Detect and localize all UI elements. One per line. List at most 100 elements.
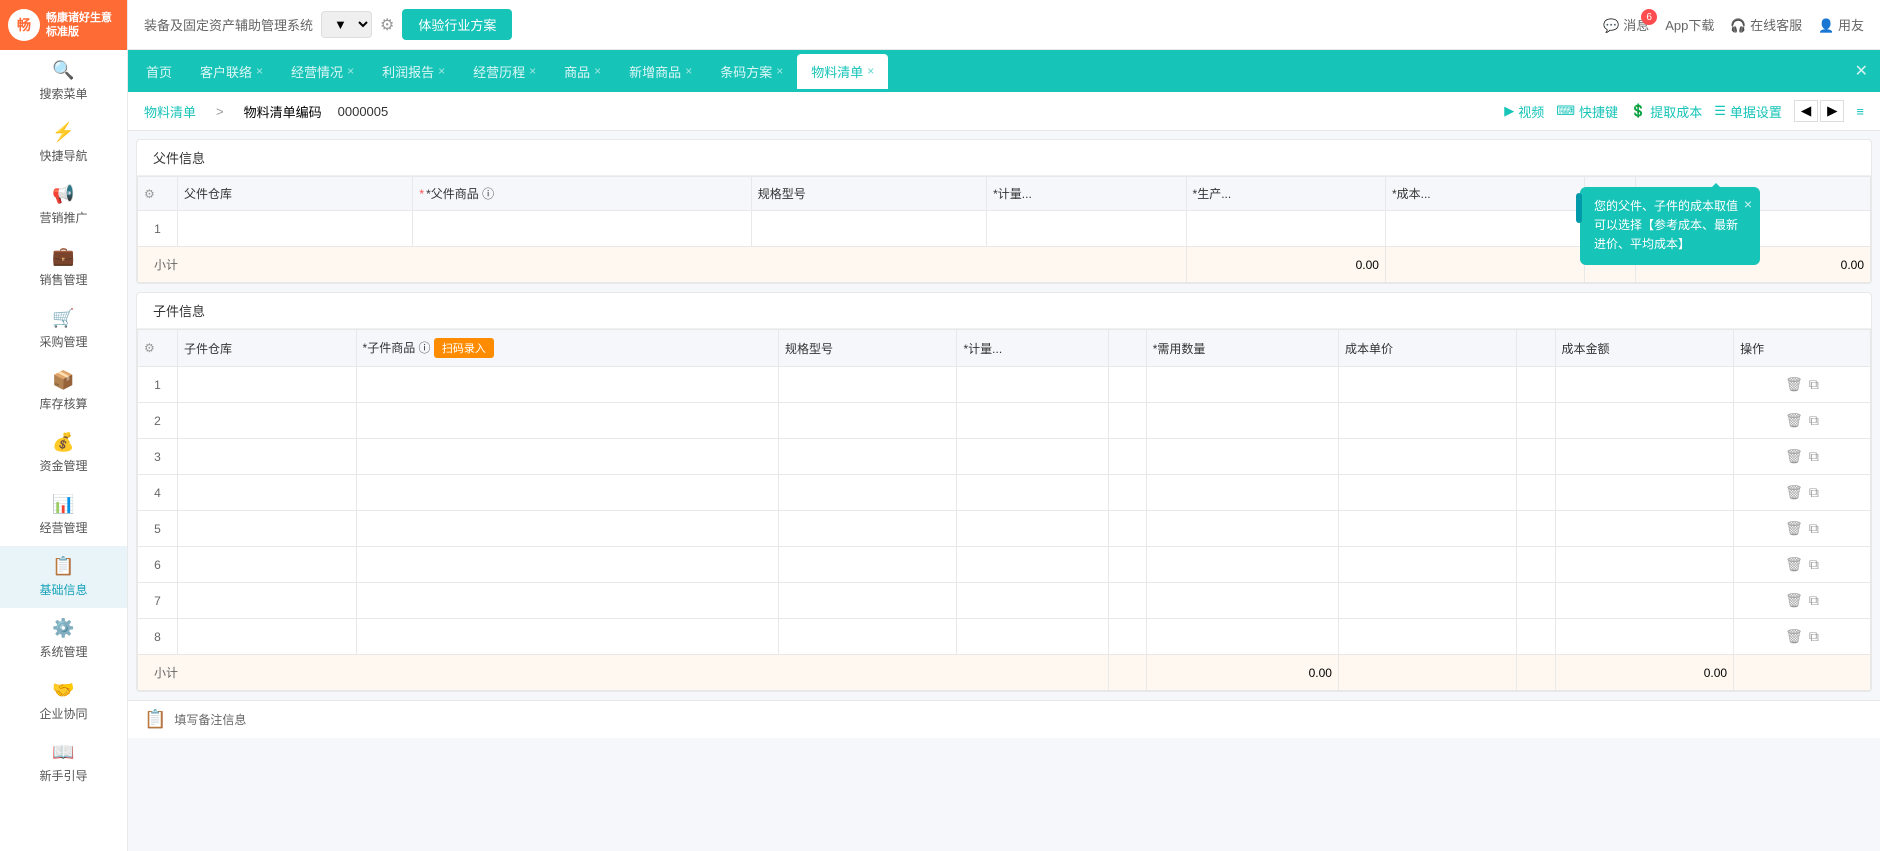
tab-close-icon[interactable]: × xyxy=(256,64,263,78)
tab-close-icon[interactable]: × xyxy=(685,64,692,78)
child-warehouse-cell[interactable] xyxy=(178,367,357,403)
parent-production-cell[interactable] xyxy=(1186,211,1385,247)
child-empty-cell[interactable] xyxy=(1108,403,1146,439)
note-text[interactable]: 填写备注信息 xyxy=(174,711,246,728)
child-product-cell[interactable] xyxy=(356,547,778,583)
child-empty-cell[interactable] xyxy=(1108,475,1146,511)
trial-button[interactable]: 体验行业方案 xyxy=(402,9,512,40)
child-warehouse-cell[interactable] xyxy=(178,475,357,511)
child-unit-cost-cell[interactable] xyxy=(1338,619,1517,655)
sidebar-item-sales[interactable]: 💼销售管理 xyxy=(0,236,127,298)
sidebar-item-operations[interactable]: 📊经营管理 xyxy=(0,484,127,546)
sidebar-item-basic-info[interactable]: 📋基础信息 xyxy=(0,546,127,608)
nav-tab-物料清单[interactable]: 物料清单 × xyxy=(797,54,888,89)
child-qty-cell[interactable] xyxy=(1146,367,1338,403)
user-avatar[interactable]: 👤 用友 xyxy=(1818,15,1864,34)
child-amount-cell[interactable] xyxy=(1555,439,1734,475)
close-all-tabs[interactable]: ✕ xyxy=(1847,57,1876,85)
child-warehouse-cell[interactable] xyxy=(178,583,357,619)
child-empty2-cell[interactable] xyxy=(1517,511,1555,547)
nav-tab-新增商品[interactable]: 新增商品 × xyxy=(615,54,706,89)
child-amount-cell[interactable] xyxy=(1555,511,1734,547)
child-spec-cell[interactable] xyxy=(778,439,957,475)
child-amount-cell[interactable] xyxy=(1555,619,1734,655)
copy-icon[interactable]: ⧉ xyxy=(1809,592,1819,609)
list-view-icon[interactable]: ≡ xyxy=(1856,104,1864,119)
child-product-cell[interactable] xyxy=(356,475,778,511)
child-amount-cell[interactable] xyxy=(1555,475,1734,511)
child-unit-cost-cell[interactable] xyxy=(1338,403,1517,439)
sidebar-item-enterprise[interactable]: 🤝企业协同 xyxy=(0,670,127,732)
delete-icon[interactable]: 🗑 xyxy=(1785,520,1803,537)
child-empty-cell[interactable] xyxy=(1108,547,1146,583)
scan-button[interactable]: 扫码录入 xyxy=(434,338,494,358)
child-spec-cell[interactable] xyxy=(778,583,957,619)
nav-tab-条码方案[interactable]: 条码方案 × xyxy=(706,54,797,89)
child-empty2-cell[interactable] xyxy=(1517,619,1555,655)
parent-spec-cell[interactable] xyxy=(751,211,986,247)
child-unit-cost-cell[interactable] xyxy=(1338,583,1517,619)
child-qty-cell[interactable] xyxy=(1146,511,1338,547)
child-empty-cell[interactable] xyxy=(1108,511,1146,547)
child-spec-cell[interactable] xyxy=(778,619,957,655)
delete-icon[interactable]: 🗑 xyxy=(1785,484,1803,501)
child-warehouse-cell[interactable] xyxy=(178,547,357,583)
copy-icon[interactable]: ⧉ xyxy=(1809,556,1819,573)
child-unit-cell[interactable] xyxy=(957,547,1108,583)
nav-tab-经营历程[interactable]: 经营历程 × xyxy=(459,54,550,89)
nav-tab-利润报告[interactable]: 利润报告 × xyxy=(368,54,459,89)
child-unit-cell[interactable] xyxy=(957,403,1108,439)
shortcut-action[interactable]: ⌨ 快捷键 xyxy=(1556,102,1618,121)
child-unit-cost-cell[interactable] xyxy=(1338,439,1517,475)
child-qty-cell[interactable] xyxy=(1146,475,1338,511)
tab-close-icon[interactable]: × xyxy=(776,64,783,78)
delete-icon[interactable]: 🗑 xyxy=(1785,376,1803,393)
sidebar-item-marketing[interactable]: 📢营销推广 xyxy=(0,174,127,236)
child-empty2-cell[interactable] xyxy=(1517,439,1555,475)
child-warehouse-cell[interactable] xyxy=(178,619,357,655)
prev-record-button[interactable]: ◀ xyxy=(1794,100,1818,122)
child-unit-cost-cell[interactable] xyxy=(1338,475,1517,511)
nav-tab-客户联络[interactable]: 客户联络 × xyxy=(186,54,277,89)
child-product-cell[interactable] xyxy=(356,583,778,619)
child-product-cell[interactable] xyxy=(356,619,778,655)
tab-close-icon[interactable]: × xyxy=(347,64,354,78)
child-amount-cell[interactable] xyxy=(1555,547,1734,583)
copy-icon[interactable]: ⧉ xyxy=(1809,628,1819,645)
parent-cost-cell[interactable] xyxy=(1385,211,1584,247)
child-product-cell[interactable] xyxy=(356,403,778,439)
child-empty2-cell[interactable] xyxy=(1517,583,1555,619)
nav-tab-经营情况[interactable]: 经营情况 × xyxy=(277,54,368,89)
delete-icon[interactable]: 🗑 xyxy=(1785,592,1803,609)
child-qty-cell[interactable] xyxy=(1146,547,1338,583)
tab-close-icon[interactable]: × xyxy=(529,64,536,78)
tab-close-icon[interactable]: × xyxy=(438,64,445,78)
video-action[interactable]: ▶ 视频 xyxy=(1504,102,1544,121)
child-warehouse-cell[interactable] xyxy=(178,439,357,475)
child-empty-cell[interactable] xyxy=(1108,367,1146,403)
child-unit-cell[interactable] xyxy=(957,583,1108,619)
copy-icon[interactable]: ⧉ xyxy=(1809,484,1819,501)
child-empty2-cell[interactable] xyxy=(1517,547,1555,583)
child-qty-cell[interactable] xyxy=(1146,439,1338,475)
child-empty2-cell[interactable] xyxy=(1517,367,1555,403)
sidebar-item-inventory[interactable]: 📦库存核算 xyxy=(0,360,127,422)
system-dropdown[interactable]: ▼ xyxy=(321,11,372,38)
child-amount-cell[interactable] xyxy=(1555,367,1734,403)
copy-icon[interactable]: ⧉ xyxy=(1809,520,1819,537)
copy-icon[interactable]: ⧉ xyxy=(1809,448,1819,465)
sidebar-item-guide[interactable]: 📖新手引导 xyxy=(0,732,127,794)
sidebar-item-quick-nav[interactable]: ⚡快捷导航 xyxy=(0,112,127,174)
child-spec-cell[interactable] xyxy=(778,367,957,403)
delete-icon[interactable]: 🗑 xyxy=(1785,412,1803,429)
app-download-button[interactable]: App下载 xyxy=(1665,15,1714,34)
child-warehouse-cell[interactable] xyxy=(178,511,357,547)
sidebar-item-system[interactable]: ⚙️系统管理 xyxy=(0,608,127,670)
child-unit-cost-cell[interactable] xyxy=(1338,511,1517,547)
child-qty-cell[interactable] xyxy=(1146,619,1338,655)
message-button[interactable]: 💬 消息 6 xyxy=(1603,15,1649,34)
child-empty2-cell[interactable] xyxy=(1517,475,1555,511)
cost-action[interactable]: 💲 提取成本 xyxy=(1630,102,1702,121)
child-warehouse-cell[interactable] xyxy=(178,403,357,439)
child-amount-cell[interactable] xyxy=(1555,583,1734,619)
